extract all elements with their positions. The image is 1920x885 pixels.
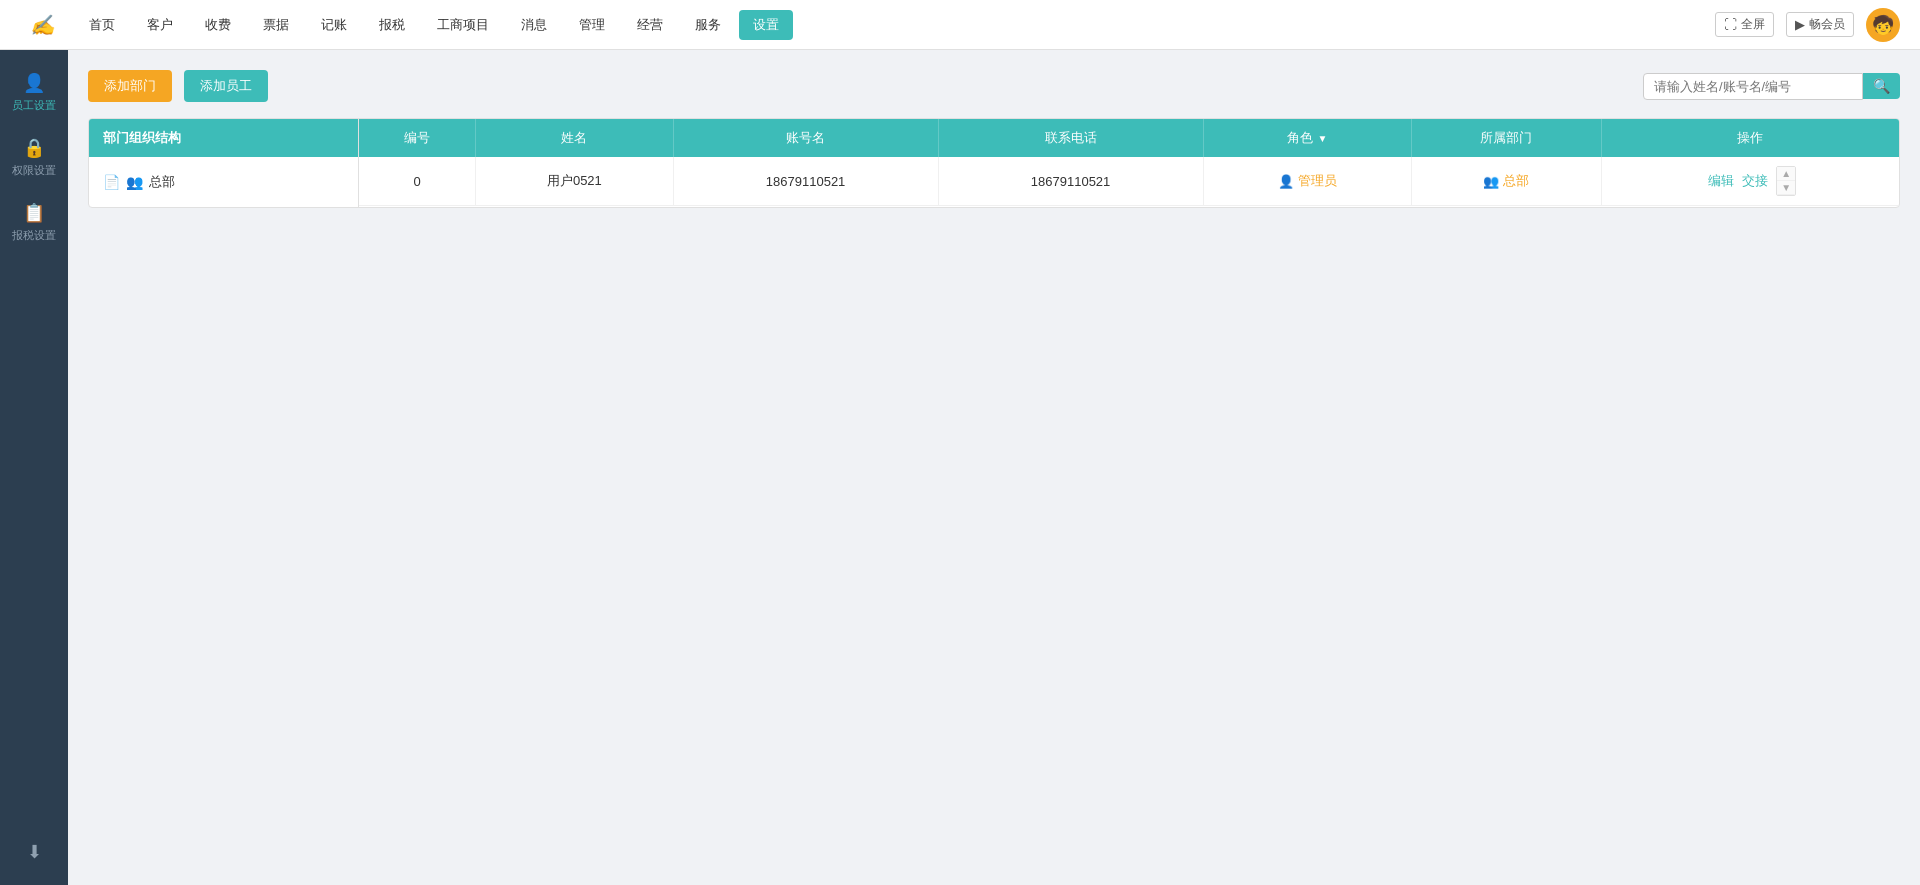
main-content: 添加部门 添加员工 🔍 部门组织结构 📄 👥 总部	[68, 50, 1920, 885]
nav-tax[interactable]: 报税	[365, 10, 419, 40]
toolbar-left: 添加部门 添加员工	[88, 70, 268, 102]
scroll-down-btn[interactable]: ▼	[1777, 181, 1795, 195]
fullscreen-icon: ⛶	[1724, 17, 1737, 32]
dept-tree: 📄 👥 总部	[89, 157, 358, 207]
col-ops: 操作	[1601, 119, 1899, 157]
col-role[interactable]: 角色 ▼	[1203, 119, 1412, 157]
sidebar-item-permission[interactable]: 🔒 权限设置	[0, 125, 68, 190]
top-nav: ✍ 首页 客户 收费 票据 记账 报税 工商项目 消息 管理 经营 服务 设置 …	[0, 0, 1920, 50]
sidebar-permission-label: 权限设置	[12, 163, 56, 178]
dept-node-name: 总部	[149, 173, 175, 191]
member-label: 畅会员	[1809, 16, 1845, 33]
cell-dept: 👥 总部	[1412, 157, 1601, 206]
role-value: 管理员	[1298, 172, 1337, 190]
col-phone: 联系电话	[938, 119, 1203, 157]
tax-settings-icon: 📋	[23, 202, 45, 224]
add-dept-button[interactable]: 添加部门	[88, 70, 172, 102]
nav-operation[interactable]: 经营	[623, 10, 677, 40]
col-number: 编号	[359, 119, 476, 157]
dept-panel-header: 部门组织结构	[89, 119, 358, 157]
content-area: 部门组织结构 📄 👥 总部 编号 姓名 账号名 联系电话	[88, 118, 1900, 208]
table-row: 0 用户0521 18679110521 18679110521 👤 管理员	[359, 157, 1899, 206]
fullscreen-label: 全屏	[1741, 16, 1765, 33]
nav-invoice[interactable]: 票据	[249, 10, 303, 40]
nav-home[interactable]: 首页	[75, 10, 129, 40]
sidebar-item-employee[interactable]: 👤 员工设置	[0, 60, 68, 125]
role-user-icon: 👤	[1278, 174, 1294, 189]
cell-phone: 18679110521	[938, 157, 1203, 206]
sidebar-item-taxsettings[interactable]: 📋 报税设置	[0, 190, 68, 255]
add-employee-button[interactable]: 添加员工	[184, 70, 268, 102]
filter-icon: ▼	[1317, 133, 1327, 144]
fullscreen-button[interactable]: ⛶ 全屏	[1715, 12, 1774, 37]
nav-business[interactable]: 工商项目	[423, 10, 503, 40]
cell-name: 用户0521	[476, 157, 673, 206]
nav-settings[interactable]: 设置	[739, 10, 793, 40]
lock-icon: 🔒	[23, 137, 45, 159]
app-logo: ✍	[10, 13, 75, 37]
table-header-row: 编号 姓名 账号名 联系电话 角色 ▼ 所属部门 操作	[359, 119, 1899, 157]
dept-user-icon: 👥	[126, 174, 143, 190]
member-button[interactable]: ▶ 畅会员	[1786, 12, 1854, 37]
nav-accounts[interactable]: 记账	[307, 10, 361, 40]
cell-number: 0	[359, 157, 476, 206]
dept-user-icon: 👥	[1483, 174, 1499, 189]
search-input[interactable]	[1643, 73, 1863, 100]
cell-role: 👤 管理员	[1203, 157, 1412, 206]
table-panel: 编号 姓名 账号名 联系电话 角色 ▼ 所属部门 操作	[359, 119, 1899, 207]
col-account: 账号名	[673, 119, 938, 157]
dept-panel: 部门组织结构 📄 👥 总部	[89, 119, 359, 207]
col-name: 姓名	[476, 119, 673, 157]
employee-icon: 👤	[23, 72, 45, 94]
avatar[interactable]: 🧒	[1866, 8, 1900, 42]
sidebar-item-download[interactable]: ⬇	[0, 829, 68, 875]
download-icon: ⬇	[27, 841, 42, 863]
dept-file-icon: 📄	[103, 174, 120, 190]
col-dept: 所属部门	[1412, 119, 1601, 157]
cell-ops: 编辑 交接 ▲ ▼	[1601, 157, 1899, 206]
scroll-up-btn[interactable]: ▲	[1777, 167, 1795, 181]
edit-link[interactable]: 编辑	[1708, 172, 1734, 190]
nav-customer[interactable]: 客户	[133, 10, 187, 40]
transfer-link[interactable]: 交接	[1742, 172, 1768, 190]
cell-account: 18679110521	[673, 157, 938, 206]
member-icon: ▶	[1795, 17, 1805, 32]
search-bar: 🔍	[1643, 73, 1900, 100]
toolbar: 添加部门 添加员工 🔍	[88, 70, 1900, 102]
nav-message[interactable]: 消息	[507, 10, 561, 40]
search-icon: 🔍	[1873, 78, 1890, 94]
employee-table: 编号 姓名 账号名 联系电话 角色 ▼ 所属部门 操作	[359, 119, 1899, 206]
search-button[interactable]: 🔍	[1863, 73, 1900, 99]
sidebar: 👤 员工设置 🔒 权限设置 📋 报税设置 ⬇	[0, 50, 68, 885]
nav-manage[interactable]: 管理	[565, 10, 619, 40]
dept-value: 总部	[1503, 172, 1529, 190]
dept-node-hq[interactable]: 📄 👥 总部	[89, 165, 358, 199]
col-role-label: 角色	[1287, 129, 1313, 147]
sidebar-taxsettings-label: 报税设置	[12, 228, 56, 243]
row-scroll-btns: ▲ ▼	[1776, 166, 1796, 196]
nav-billing[interactable]: 收费	[191, 10, 245, 40]
sidebar-employee-label: 员工设置	[12, 98, 56, 113]
nav-service[interactable]: 服务	[681, 10, 735, 40]
nav-right: ⛶ 全屏 ▶ 畅会员 🧒	[1715, 8, 1900, 42]
nav-menu: 首页 客户 收费 票据 记账 报税 工商项目 消息 管理 经营 服务 设置	[75, 10, 1715, 40]
